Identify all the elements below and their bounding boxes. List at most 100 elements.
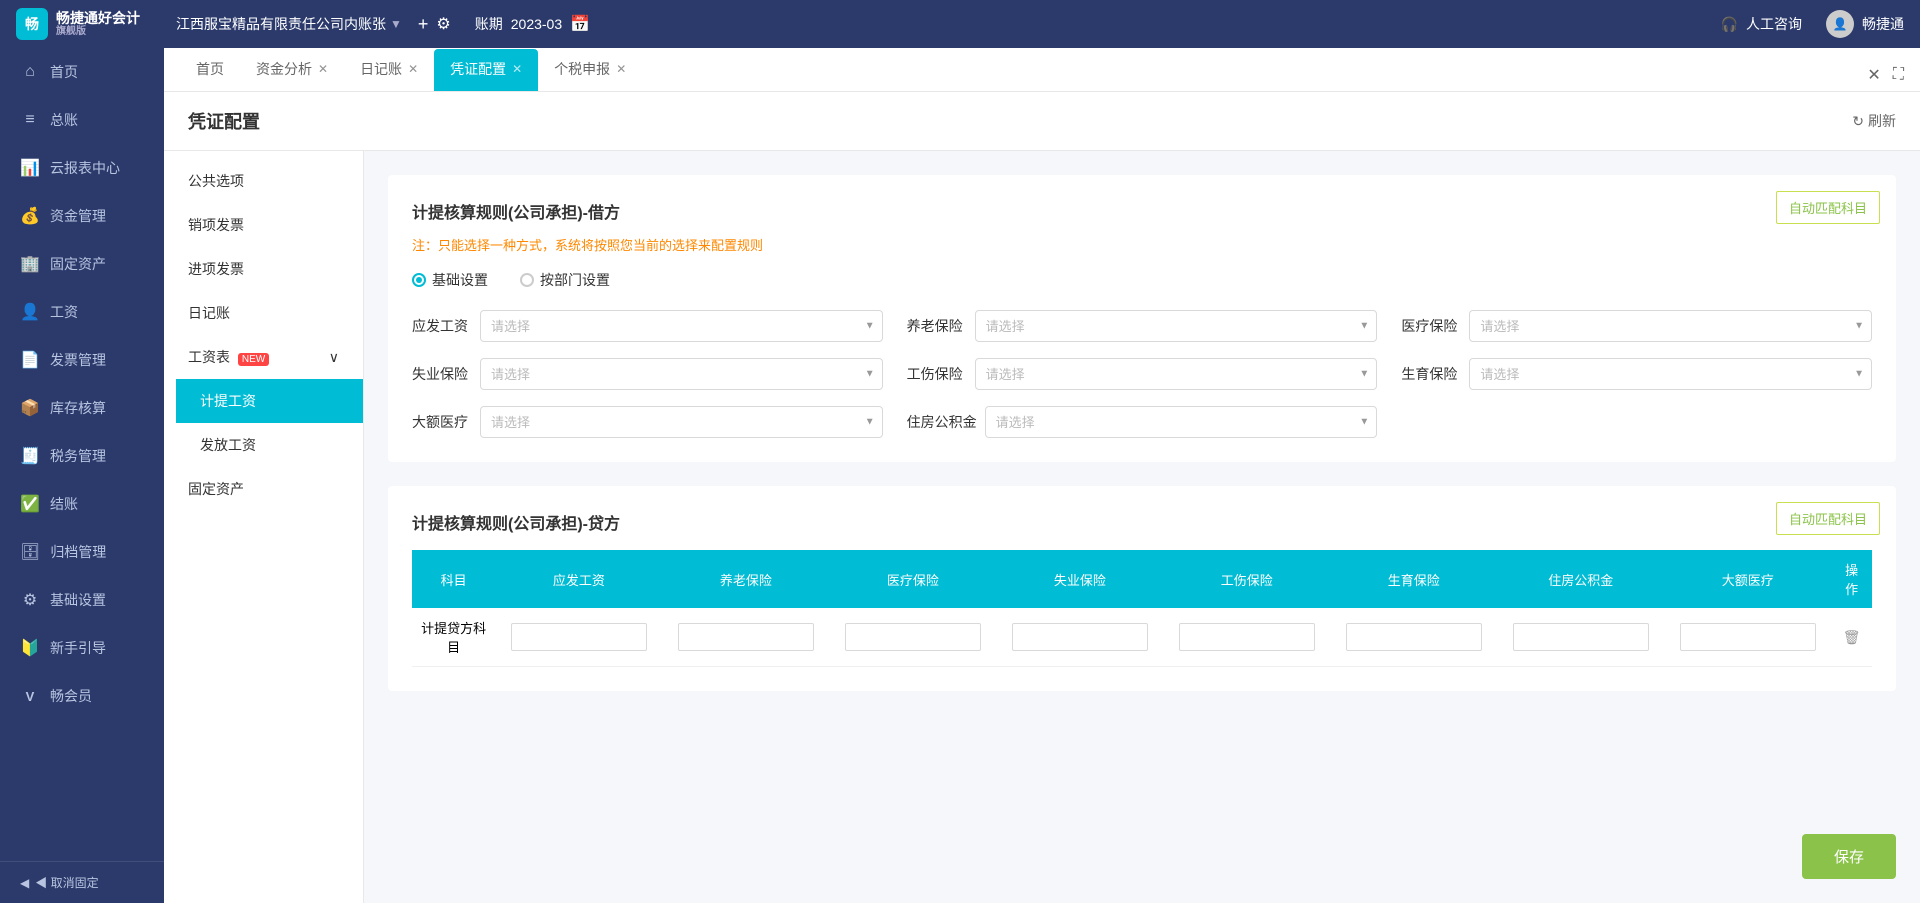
expand-icon: ∨ — [329, 349, 339, 366]
tab-home[interactable]: 首页 — [180, 49, 240, 91]
settings-icon[interactable]: ⚙ — [436, 14, 450, 34]
sidebar-item-payroll[interactable]: 👤 工资 — [0, 288, 164, 336]
tab-close-icon[interactable]: ✕ — [1867, 65, 1880, 85]
sidebar-item-reports[interactable]: 📊 云报表中心 — [0, 144, 164, 192]
tab-fund[interactable]: 资金分析 ✕ — [240, 49, 344, 91]
sidebar-item-assets[interactable]: 🏢 固定资产 — [0, 240, 164, 288]
sidebar-item-archive[interactable]: 🗄 归档管理 — [0, 528, 164, 576]
input-shiye[interactable] — [1012, 623, 1148, 651]
credit-table: 科目 应发工资 养老保险 医疗保险 失业保险 工伤保险 生育保险 住房公积金 大… — [412, 550, 1872, 667]
user-menu[interactable]: 👤 畅捷通 — [1826, 10, 1904, 38]
select-yingfa[interactable]: 请选择 — [480, 310, 883, 342]
ledger-icon: ≡ — [20, 111, 40, 129]
tab-voucher[interactable]: 凭证配置 ✕ — [434, 49, 538, 91]
select-yiliao-wrapper: 请选择 ▼ — [1469, 310, 1872, 342]
sidebar-item-label: 固定资产 — [50, 254, 106, 274]
guide-icon: 🔰 — [20, 638, 40, 658]
sidebar-item-label: 首页 — [50, 62, 78, 82]
cell-yanglao — [662, 608, 829, 667]
new-badge: NEW — [238, 353, 269, 366]
input-gongshang[interactable] — [1179, 623, 1315, 651]
cell-gongshang — [1163, 608, 1330, 667]
label-daeyiliao: 大额医疗 — [412, 412, 472, 432]
cell-shengyu — [1330, 608, 1497, 667]
select-shengyu[interactable]: 请选择 — [1469, 358, 1872, 390]
sidebar-item-member[interactable]: V 畅会员 — [0, 672, 164, 720]
save-button[interactable]: 保存 — [1802, 834, 1896, 879]
select-shengyu-wrapper: 请选择 ▼ — [1469, 358, 1872, 390]
avatar: 👤 — [1826, 10, 1854, 38]
input-daeyiliao[interactable] — [1680, 623, 1816, 651]
select-gongshang[interactable]: 请选择 — [975, 358, 1378, 390]
select-daeyiliao[interactable]: 请选择 — [480, 406, 883, 438]
form-item-empty — [1401, 406, 1872, 438]
auto-match-credit-button[interactable]: 自动匹配科目 — [1776, 502, 1880, 535]
tab-close-fund[interactable]: ✕ — [318, 62, 328, 76]
sidebar-item-inventory[interactable]: 📦 库存核算 — [0, 384, 164, 432]
form-item-daeyiliao: 大额医疗 请选择 ▼ — [412, 406, 883, 438]
sidebar-item-guide[interactable]: 🔰 新手引导 — [0, 624, 164, 672]
sidebar-item-home[interactable]: ⌂ 首页 — [0, 48, 164, 96]
auto-match-debit-button[interactable]: 自动匹配科目 — [1776, 191, 1880, 224]
tab-close-tax[interactable]: ✕ — [616, 62, 626, 76]
section2-title: 计提核算规则(公司承担)-贷方 — [412, 510, 1872, 534]
radio-basic[interactable]: 基础设置 — [412, 270, 488, 290]
nav-calculate[interactable]: 计提工资 — [176, 379, 363, 423]
debit-section: 自动匹配科目 计提核算规则(公司承担)-借方 注：只能选择一种方式，系统将按照您… — [388, 175, 1896, 462]
company-selector[interactable]: 江西服宝精品有限责任公司内账张 ▼ — [176, 14, 402, 34]
th-action: 操作 — [1831, 550, 1872, 608]
row-label: 计提贷方科目 — [412, 608, 495, 667]
delete-row-button[interactable]: 🗑 — [1843, 629, 1861, 645]
form-item-yiliao: 医疗保险 请选择 ▼ — [1401, 310, 1872, 342]
cell-shiye — [996, 608, 1163, 667]
sidebar-item-tax[interactable]: 🧾 税务管理 — [0, 432, 164, 480]
input-shengyu[interactable] — [1346, 623, 1482, 651]
label-shengyu: 生育保险 — [1401, 364, 1461, 384]
cell-zhufang — [1497, 608, 1664, 667]
top-actions: 🎧 人工咨询 👤 畅捷通 — [1721, 10, 1904, 38]
consult-button[interactable]: 🎧 人工咨询 — [1721, 14, 1802, 34]
sidebar-item-fund[interactable]: 💰 资金管理 — [0, 192, 164, 240]
period-selector[interactable]: 账期 2023-03 📅 — [475, 14, 590, 34]
cancel-pin-button[interactable]: ◀ ◀ 取消固定 — [0, 861, 164, 903]
nav-purchase[interactable]: 进项发票 — [164, 247, 363, 291]
refresh-button[interactable]: ↻ 刷新 — [1852, 111, 1896, 131]
nav-payroll-group[interactable]: 工资表 NEW ∨ — [164, 335, 363, 379]
sidebar-item-label: 新手引导 — [50, 638, 106, 658]
input-yingfa[interactable] — [511, 623, 647, 651]
select-yanglao[interactable]: 请选择 — [975, 310, 1378, 342]
nav-pay[interactable]: 发放工资 — [176, 423, 363, 467]
nav-public[interactable]: 公共选项 — [164, 159, 363, 203]
tab-close-journal[interactable]: ✕ — [408, 62, 418, 76]
spacer — [388, 715, 1896, 775]
radio-dept-circle — [520, 273, 534, 287]
input-zhufang[interactable] — [1513, 623, 1649, 651]
input-yiliao[interactable] — [845, 623, 981, 651]
th-yanglao: 养老保险 — [662, 550, 829, 608]
sidebar-item-label: 资金管理 — [50, 206, 106, 226]
select-shiye[interactable]: 请选择 — [480, 358, 883, 390]
radio-dept[interactable]: 按部门设置 — [520, 270, 610, 290]
input-yanglao[interactable] — [678, 623, 814, 651]
archive-icon: 🗄 — [20, 542, 40, 562]
label-yanglao: 养老保险 — [907, 316, 967, 336]
sidebar-item-checkout[interactable]: ✅ 结账 — [0, 480, 164, 528]
tab-close-voucher[interactable]: ✕ — [512, 62, 522, 76]
tab-expand-icon[interactable]: ⛶ — [1893, 66, 1904, 84]
add-button[interactable]: + — [418, 14, 429, 35]
th-daeyiliao: 大额医疗 — [1664, 550, 1831, 608]
sidebar-item-ledger[interactable]: ≡ 总账 — [0, 96, 164, 144]
select-yingfa-wrapper: 请选择 ▼ — [480, 310, 883, 342]
sidebar-item-label: 工资 — [50, 302, 78, 322]
nav-fixed-assets[interactable]: 固定资产 — [164, 467, 363, 511]
sidebar-item-settings[interactable]: ⚙ 基础设置 — [0, 576, 164, 624]
nav-journal[interactable]: 日记账 — [164, 291, 363, 335]
tab-tax[interactable]: 个税申报 ✕ — [538, 49, 642, 91]
select-zhufang[interactable]: 请选择 — [985, 406, 1378, 438]
select-shiye-wrapper: 请选择 ▼ — [480, 358, 883, 390]
select-yiliao[interactable]: 请选择 — [1469, 310, 1872, 342]
sidebar-item-invoice[interactable]: 📄 发票管理 — [0, 336, 164, 384]
tab-journal[interactable]: 日记账 ✕ — [344, 49, 434, 91]
nav-sales[interactable]: 销项发票 — [164, 203, 363, 247]
form-item-yanglao: 养老保险 请选择 ▼ — [907, 310, 1378, 342]
